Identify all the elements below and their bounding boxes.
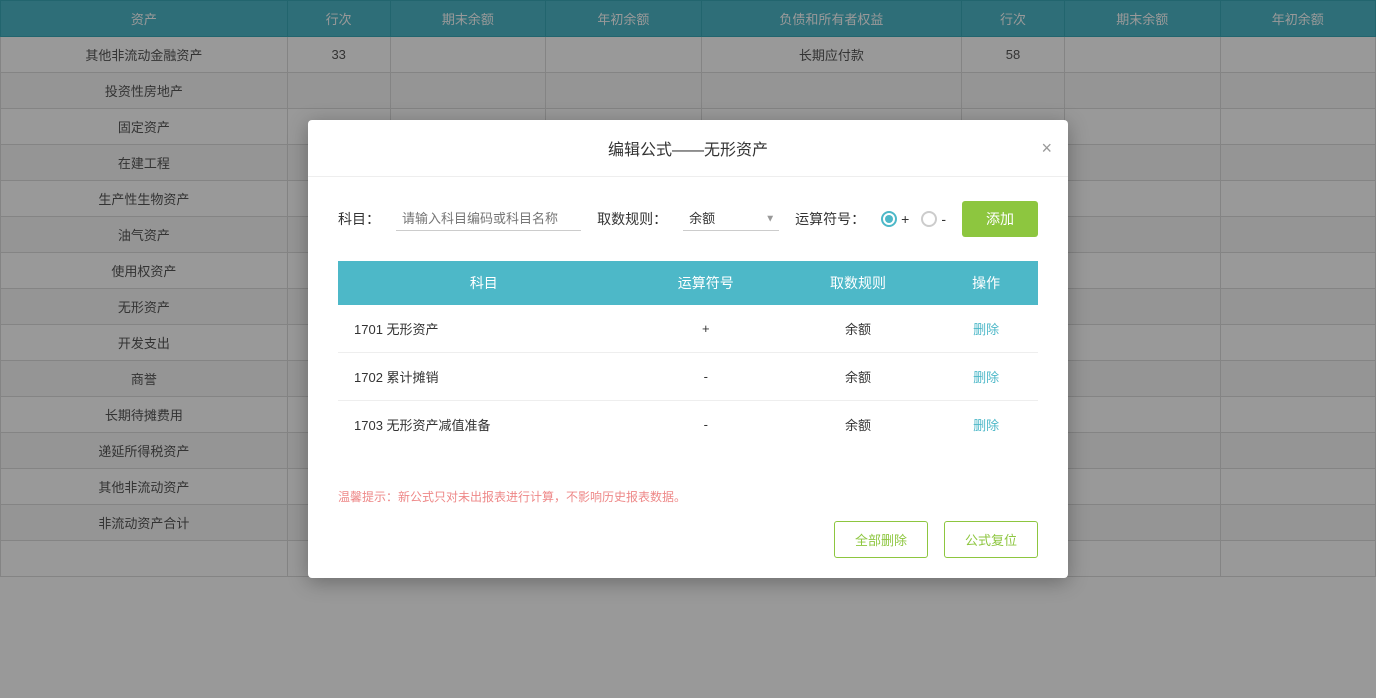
subject-label: 科目： [338, 209, 380, 229]
delete-link-row1[interactable]: 删除 [973, 322, 999, 337]
col-header-operator: 运算符号 [630, 261, 782, 305]
row1-operator: + [630, 305, 782, 353]
row2-action[interactable]: 删除 [934, 353, 1038, 401]
formula-table: 科目 运算符号 取数规则 操作 1701 无形资产 + 余额 删除 [338, 261, 1038, 448]
modal-close-button[interactable]: × [1041, 139, 1052, 157]
table-row: 1703 无形资产减值准备 - 余额 删除 [338, 401, 1038, 449]
delete-link-row3[interactable]: 删除 [973, 418, 999, 433]
row3-action[interactable]: 删除 [934, 401, 1038, 449]
rule-select[interactable]: 余额 借方 贷方 借方发生额 贷方发生额 [683, 207, 779, 231]
row3-operator: - [630, 401, 782, 449]
modal-dialog: 编辑公式——无形资产 × 科目： 取数规则： 余额 借方 贷方 借方发生额 [308, 120, 1068, 578]
table-header-row: 科目 运算符号 取数规则 操作 [338, 261, 1038, 305]
row1-subject: 1701 无形资产 [338, 305, 630, 353]
operator-minus-radio[interactable]: - [921, 211, 946, 227]
modal-header: 编辑公式——无形资产 × [308, 120, 1068, 177]
table-row: 1701 无形资产 + 余额 删除 [338, 305, 1038, 353]
formula-form: 科目： 取数规则： 余额 借方 贷方 借方发生额 贷方发生额 ▼ 运算符号 [338, 201, 1038, 237]
radio-circle-plus [881, 211, 897, 227]
col-header-action: 操作 [934, 261, 1038, 305]
col-header-subject: 科目 [338, 261, 630, 305]
modal-body: 科目： 取数规则： 余额 借方 贷方 借方发生额 贷方发生额 ▼ 运算符号 [308, 177, 1068, 488]
rule-select-wrapper: 余额 借方 贷方 借方发生额 贷方发生额 ▼ [683, 207, 779, 231]
rule-label: 取数规则： [597, 209, 667, 229]
row3-rule: 余额 [782, 401, 934, 449]
delete-link-row2[interactable]: 删除 [973, 370, 999, 385]
modal-title: 编辑公式——无形资产 [608, 142, 768, 159]
operator-label: 运算符号： [795, 209, 865, 229]
row1-action[interactable]: 删除 [934, 305, 1038, 353]
row1-rule: 余额 [782, 305, 934, 353]
operator-plus-label: + [901, 211, 909, 227]
add-button[interactable]: 添加 [962, 201, 1038, 237]
operator-radio-group: + - [881, 211, 946, 227]
reset-formula-button[interactable]: 公式复位 [944, 521, 1038, 558]
footer-hint: 温馨提示：新公式只对未出报表进行计算，不影响历史报表数据。 [338, 488, 1038, 505]
row3-subject: 1703 无形资产减值准备 [338, 401, 630, 449]
operator-minus-label: - [941, 211, 946, 227]
footer-buttons: 全部删除 公式复位 [338, 521, 1038, 558]
row2-rule: 余额 [782, 353, 934, 401]
row2-subject: 1702 累计摊销 [338, 353, 630, 401]
row2-operator: - [630, 353, 782, 401]
page-wrapper: 资产 行次 期末余额 年初余额 负债和所有者权益 行次 期末余额 年初余额 其他… [0, 0, 1376, 698]
delete-all-button[interactable]: 全部删除 [834, 521, 928, 558]
operator-plus-radio[interactable]: + [881, 211, 909, 227]
subject-input[interactable] [396, 207, 581, 231]
table-row: 1702 累计摊销 - 余额 删除 [338, 353, 1038, 401]
modal-overlay: 编辑公式——无形资产 × 科目： 取数规则： 余额 借方 贷方 借方发生额 [0, 0, 1376, 698]
col-header-rule: 取数规则 [782, 261, 934, 305]
modal-footer: 温馨提示：新公式只对未出报表进行计算，不影响历史报表数据。 全部删除 公式复位 [308, 488, 1068, 578]
radio-circle-minus [921, 211, 937, 227]
